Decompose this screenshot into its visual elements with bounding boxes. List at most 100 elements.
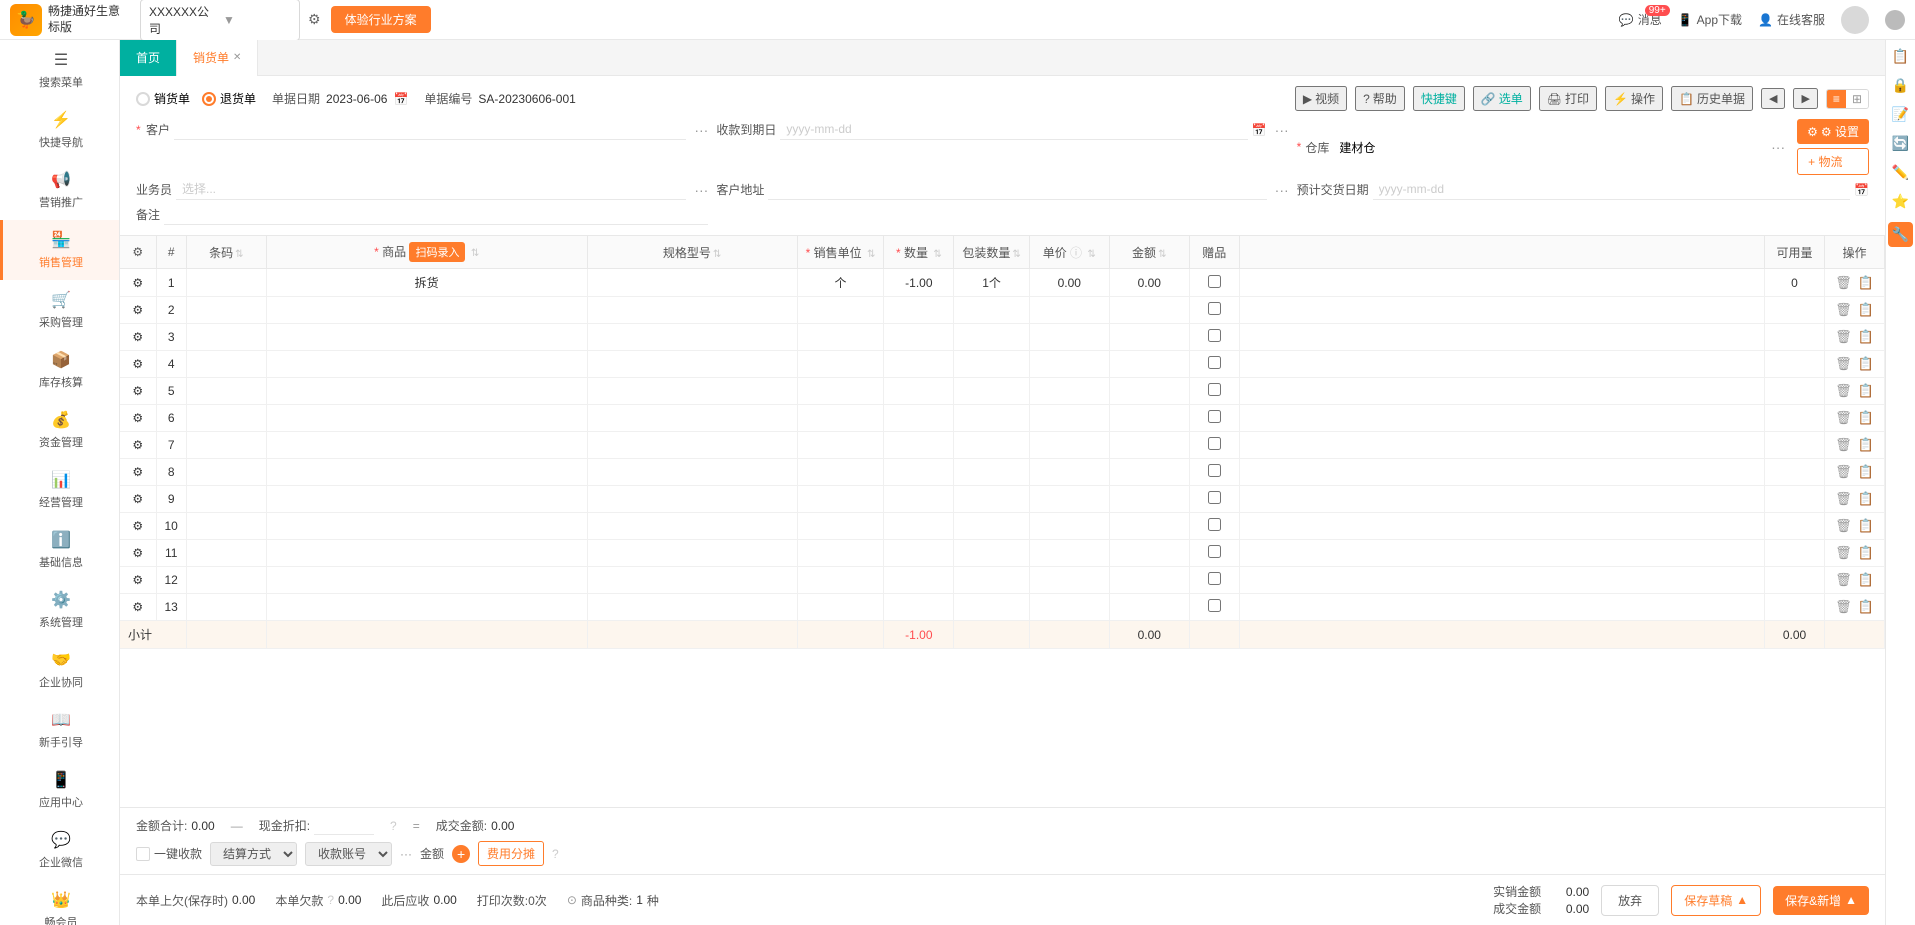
- row-amount[interactable]: [1109, 324, 1189, 351]
- price-sort-icon[interactable]: ⇅: [1087, 249, 1095, 260]
- sidebar-item-search[interactable]: ☰ 搜索菜单: [0, 40, 119, 100]
- panel-icon-lock[interactable]: 🔒: [1892, 77, 1909, 94]
- payment-checkbox[interactable]: [136, 847, 150, 861]
- action-btn[interactable]: ⚡ 操作: [1605, 86, 1663, 111]
- row-amount[interactable]: [1109, 486, 1189, 513]
- row-unit[interactable]: [797, 405, 884, 432]
- row-pkg[interactable]: [954, 594, 1029, 621]
- unit-sort-icon[interactable]: ⇅: [867, 249, 875, 260]
- sidebar-item-purchase[interactable]: 🛒 采购管理: [0, 280, 119, 340]
- tab-home[interactable]: 首页: [120, 40, 177, 76]
- grid-view-btn[interactable]: ⊞: [1846, 90, 1868, 108]
- remark-input[interactable]: [164, 204, 708, 225]
- row-barcode[interactable]: [186, 405, 266, 432]
- delete-icon[interactable]: 🗑: [1835, 329, 1852, 345]
- row-qty[interactable]: [884, 432, 954, 459]
- row-unit[interactable]: [797, 459, 884, 486]
- settings-icon[interactable]: ⚙: [308, 11, 321, 28]
- row-unit[interactable]: [797, 540, 884, 567]
- company-selector[interactable]: XXXXXX公司 ▼: [140, 0, 300, 41]
- row-gift[interactable]: [1189, 405, 1239, 432]
- account-dots[interactable]: ···: [400, 847, 412, 861]
- panel-icon-clipboard[interactable]: 📋: [1892, 48, 1909, 65]
- row-barcode[interactable]: [186, 432, 266, 459]
- row-qty[interactable]: [884, 540, 954, 567]
- row-spec[interactable]: [587, 540, 797, 567]
- delete-icon[interactable]: 🗑: [1835, 437, 1852, 453]
- panel-icon-note[interactable]: 📝: [1892, 106, 1909, 123]
- row-qty[interactable]: [884, 567, 954, 594]
- row-settings[interactable]: ⚙: [120, 297, 156, 324]
- row-pkg[interactable]: [954, 567, 1029, 594]
- sidebar-item-finance[interactable]: 💰 资金管理: [0, 400, 119, 460]
- flow-btn[interactable]: + 物流: [1797, 148, 1869, 175]
- try-btn[interactable]: 体验行业方案: [331, 6, 431, 33]
- sidebar-item-wechat[interactable]: 💬 企业微信: [0, 820, 119, 880]
- row-spec[interactable]: [587, 351, 797, 378]
- row-barcode[interactable]: [186, 594, 266, 621]
- copy-icon[interactable]: 📋: [1858, 518, 1874, 534]
- row-spec[interactable]: [587, 432, 797, 459]
- delete-icon[interactable]: 🗑: [1835, 464, 1852, 480]
- sidebar-item-business[interactable]: 📊 经营管理: [0, 460, 119, 520]
- row-qty[interactable]: [884, 324, 954, 351]
- row-gift[interactable]: [1189, 540, 1239, 567]
- next-btn[interactable]: ▶: [1793, 88, 1817, 109]
- row-amount[interactable]: [1109, 378, 1189, 405]
- panel-icon-star[interactable]: ⭐: [1892, 193, 1909, 210]
- row-spec[interactable]: [587, 405, 797, 432]
- payment-method-select[interactable]: 结算方式: [210, 842, 297, 866]
- row-gift[interactable]: [1189, 459, 1239, 486]
- pkg-sort-icon[interactable]: ⇅: [1012, 249, 1020, 260]
- payment-account-select[interactable]: 收款账号: [305, 842, 392, 866]
- sidebar-item-sales[interactable]: 🏪 销售管理: [0, 220, 119, 280]
- row-gift[interactable]: [1189, 486, 1239, 513]
- row-pkg[interactable]: [954, 459, 1029, 486]
- copy-icon[interactable]: 📋: [1858, 383, 1874, 399]
- col-header-settings[interactable]: ⚙: [120, 236, 156, 269]
- row-price[interactable]: [1029, 513, 1109, 540]
- copy-icon[interactable]: 📋: [1858, 545, 1874, 561]
- row-product[interactable]: [266, 486, 587, 513]
- row-product[interactable]: [266, 378, 587, 405]
- row-qty[interactable]: [884, 405, 954, 432]
- fee-btn[interactable]: 费用分摊: [478, 841, 544, 866]
- sidebar-item-apps[interactable]: 📱 应用中心: [0, 760, 119, 820]
- row-spec[interactable]: [587, 269, 797, 297]
- row-product[interactable]: [266, 594, 587, 621]
- row-product[interactable]: [266, 297, 587, 324]
- row-pkg[interactable]: [954, 486, 1029, 513]
- salesman-more-icon[interactable]: ···: [694, 182, 708, 198]
- row-spec[interactable]: [587, 513, 797, 540]
- panel-icon-edit[interactable]: ✏️: [1892, 164, 1909, 181]
- col-header-barcode[interactable]: 条码⇅: [186, 236, 266, 269]
- row-amount[interactable]: [1109, 459, 1189, 486]
- row-unit[interactable]: [797, 513, 884, 540]
- row-spec[interactable]: [587, 594, 797, 621]
- customer-input[interactable]: [174, 119, 686, 140]
- delete-icon[interactable]: 🗑: [1835, 356, 1852, 372]
- row-spec[interactable]: [587, 297, 797, 324]
- copy-icon[interactable]: 📋: [1858, 275, 1874, 291]
- row-price[interactable]: [1029, 594, 1109, 621]
- row-settings[interactable]: ⚙: [120, 351, 156, 378]
- warehouse-more-icon[interactable]: ···: [1771, 139, 1785, 155]
- sidebar-item-collab[interactable]: 🤝 企业协同: [0, 640, 119, 700]
- row-spec[interactable]: [587, 459, 797, 486]
- row-product[interactable]: [266, 459, 587, 486]
- copy-icon[interactable]: 📋: [1858, 464, 1874, 480]
- row-spec[interactable]: [587, 567, 797, 594]
- row-unit[interactable]: [797, 486, 884, 513]
- row-unit[interactable]: [797, 297, 884, 324]
- row-settings[interactable]: ⚙: [120, 405, 156, 432]
- row-unit[interactable]: 个: [797, 269, 884, 297]
- row-barcode[interactable]: [186, 513, 266, 540]
- row-price[interactable]: [1029, 432, 1109, 459]
- row-amount[interactable]: [1109, 351, 1189, 378]
- video-btn[interactable]: ▶ 视频: [1295, 86, 1347, 111]
- row-barcode[interactable]: [186, 378, 266, 405]
- row-pkg[interactable]: [954, 378, 1029, 405]
- row-product[interactable]: [266, 513, 587, 540]
- row-price[interactable]: 0.00: [1029, 269, 1109, 297]
- row-pkg[interactable]: [954, 405, 1029, 432]
